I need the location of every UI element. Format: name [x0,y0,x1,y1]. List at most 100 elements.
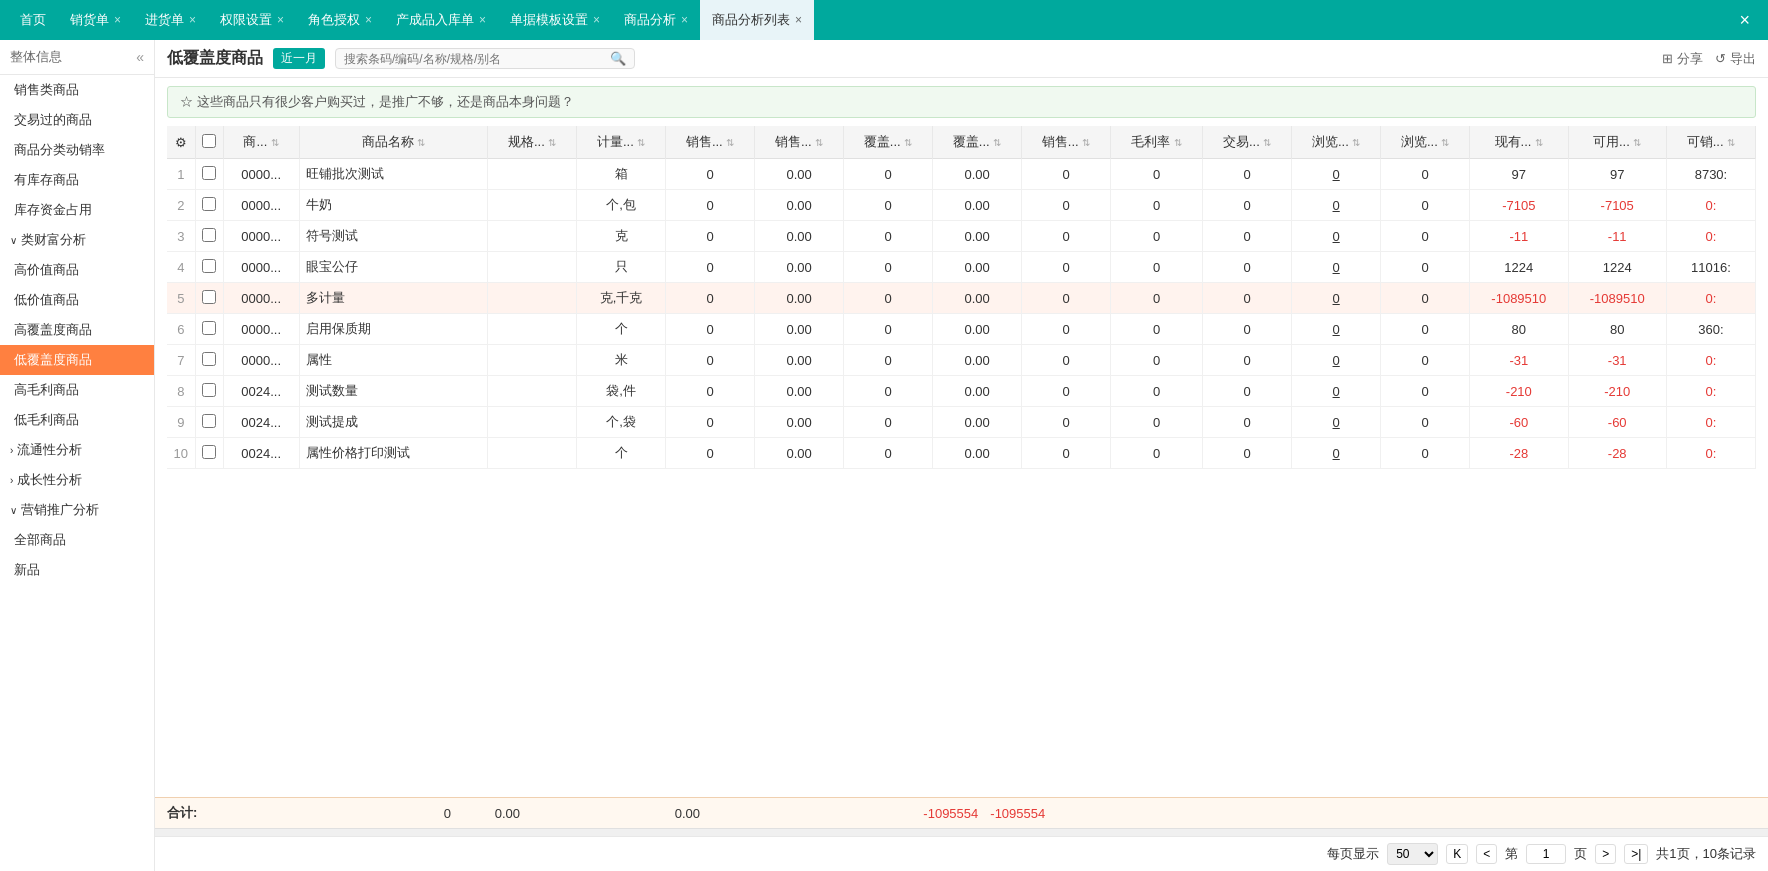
row-checkbox-cell[interactable] [195,438,223,469]
sidebar-item-low-coverage[interactable]: 低覆盖度商品 [0,345,154,375]
spec-column-header[interactable]: 规格... ⇅ [488,126,577,159]
sidebar-item-high-margin[interactable]: 高毛利商品 [0,375,154,405]
row-browse1[interactable]: 0 [1292,376,1381,407]
coverage1-column-header[interactable]: 覆盖... ⇅ [844,126,933,159]
row-checkbox-cell[interactable] [195,314,223,345]
tab-product-analysis[interactable]: 商品分析 × [612,0,700,40]
row-name[interactable]: 测试提成 [299,407,487,438]
row-checkbox[interactable] [202,352,216,366]
sidebar-item-low-margin[interactable]: 低毛利商品 [0,405,154,435]
unit-column-header[interactable]: 计量... ⇅ [577,126,666,159]
share-button[interactable]: ⊞ 分享 [1662,50,1703,68]
row-browse1[interactable]: 0 [1292,252,1381,283]
time-filter-button[interactable]: 近一月 [273,48,325,69]
tab-home[interactable]: 首页 [8,0,58,40]
current-stock-column-header[interactable]: 现有... ⇅ [1470,126,1568,159]
browse2-column-header[interactable]: 浏览... ⇅ [1381,126,1470,159]
sidebar-collapse-button[interactable]: « [136,49,144,65]
sidebar-group-liquidity[interactable]: › 流通性分析 [0,435,154,465]
row-name[interactable]: 启用保质期 [299,314,487,345]
row-browse1[interactable]: 0 [1292,314,1381,345]
settings-column-header[interactable]: ⚙ [167,126,195,159]
code-column-header[interactable]: 商... ⇅ [223,126,299,159]
row-name[interactable]: 属性价格打印测试 [299,438,487,469]
horizontal-scrollbar[interactable] [155,828,1768,836]
row-browse1[interactable]: 0 [1292,159,1381,190]
tab-template-settings[interactable]: 单据模板设置 × [498,0,612,40]
row-browse1[interactable]: 0 [1292,221,1381,252]
close-icon[interactable]: × [479,13,486,27]
row-checkbox[interactable] [202,166,216,180]
saleable-column-header[interactable]: 可销... ⇅ [1666,126,1755,159]
tab-finished-goods[interactable]: 产成品入库单 × [384,0,498,40]
row-checkbox-cell[interactable] [195,345,223,376]
available-stock-column-header[interactable]: 可用... ⇅ [1568,126,1666,159]
tab-product-analysis-list[interactable]: 商品分析列表 × [700,0,814,40]
tab-role-auth[interactable]: 角色授权 × [296,0,384,40]
row-checkbox[interactable] [202,197,216,211]
sidebar-item-traded-goods[interactable]: 交易过的商品 [0,105,154,135]
prev-page-button[interactable]: < [1476,844,1497,864]
row-browse1[interactable]: 0 [1292,283,1381,314]
transaction-column-header[interactable]: 交易... ⇅ [1203,126,1292,159]
row-checkbox[interactable] [202,321,216,335]
sidebar-group-marketing[interactable]: ∨ 营销推广分析 [0,495,154,525]
sidebar-item-category-sales-rate[interactable]: 商品分类动销率 [0,135,154,165]
row-name[interactable]: 符号测试 [299,221,487,252]
row-checkbox[interactable] [202,383,216,397]
browse1-column-header[interactable]: 浏览... ⇅ [1292,126,1381,159]
sidebar-group-growth[interactable]: › 成长性分析 [0,465,154,495]
page-size-select[interactable]: 50 20 100 [1387,843,1438,865]
sidebar-item-all-goods[interactable]: 全部商品 [0,525,154,555]
row-browse1[interactable]: 0 [1292,438,1381,469]
row-checkbox-cell[interactable] [195,159,223,190]
sidebar-item-high-value[interactable]: 高价值商品 [0,255,154,285]
search-input[interactable] [344,52,610,66]
row-name[interactable]: 属性 [299,345,487,376]
name-column-header[interactable]: 商品名称 ⇅ [299,126,487,159]
close-icon[interactable]: × [593,13,600,27]
row-checkbox-cell[interactable] [195,221,223,252]
tab-purchase-order[interactable]: 进货单 × [133,0,208,40]
row-browse1[interactable]: 0 [1292,190,1381,221]
row-checkbox[interactable] [202,445,216,459]
coverage2-column-header[interactable]: 覆盖... ⇅ [933,126,1022,159]
row-browse1[interactable]: 0 [1292,345,1381,376]
sidebar-item-high-coverage[interactable]: 高覆盖度商品 [0,315,154,345]
row-browse1[interactable]: 0 [1292,407,1381,438]
row-checkbox[interactable] [202,290,216,304]
row-checkbox[interactable] [202,228,216,242]
row-checkbox-cell[interactable] [195,283,223,314]
tab-sales-order[interactable]: 销货单 × [58,0,133,40]
next-page-button[interactable]: > [1595,844,1616,864]
row-checkbox[interactable] [202,414,216,428]
sidebar-item-low-value[interactable]: 低价值商品 [0,285,154,315]
row-name[interactable]: 测试数量 [299,376,487,407]
page-input[interactable] [1526,844,1566,864]
row-name[interactable]: 旺铺批次测试 [299,159,487,190]
close-icon[interactable]: × [277,13,284,27]
sidebar-group-wealth-analysis[interactable]: ∨ 类财富分析 [0,225,154,255]
close-icon[interactable]: × [681,13,688,27]
sales-amt-column-header[interactable]: 销售... ⇅ [755,126,844,159]
row-name[interactable]: 眼宝公仔 [299,252,487,283]
close-icon[interactable]: × [114,13,121,27]
sales-qty-column-header[interactable]: 销售... ⇅ [666,126,755,159]
row-checkbox-cell[interactable] [195,190,223,221]
close-icon[interactable]: × [795,13,802,27]
row-checkbox-cell[interactable] [195,407,223,438]
select-all-checkbox[interactable] [202,134,216,148]
export-button[interactable]: ↺ 导出 [1715,50,1756,68]
sidebar-item-stock-capital[interactable]: 库存资金占用 [0,195,154,225]
close-all-button[interactable]: × [1729,10,1760,31]
gross-margin-column-header[interactable]: 毛利率 ⇅ [1111,126,1203,159]
sidebar-item-new-goods[interactable]: 新品 [0,555,154,585]
row-name[interactable]: 多计量 [299,283,487,314]
close-icon[interactable]: × [365,13,372,27]
row-checkbox-cell[interactable] [195,252,223,283]
row-checkbox-cell[interactable] [195,376,223,407]
row-name[interactable]: 牛奶 [299,190,487,221]
tab-permissions[interactable]: 权限设置 × [208,0,296,40]
sidebar-item-sales-goods[interactable]: 销售类商品 [0,75,154,105]
last-page-button[interactable]: >| [1624,844,1648,864]
